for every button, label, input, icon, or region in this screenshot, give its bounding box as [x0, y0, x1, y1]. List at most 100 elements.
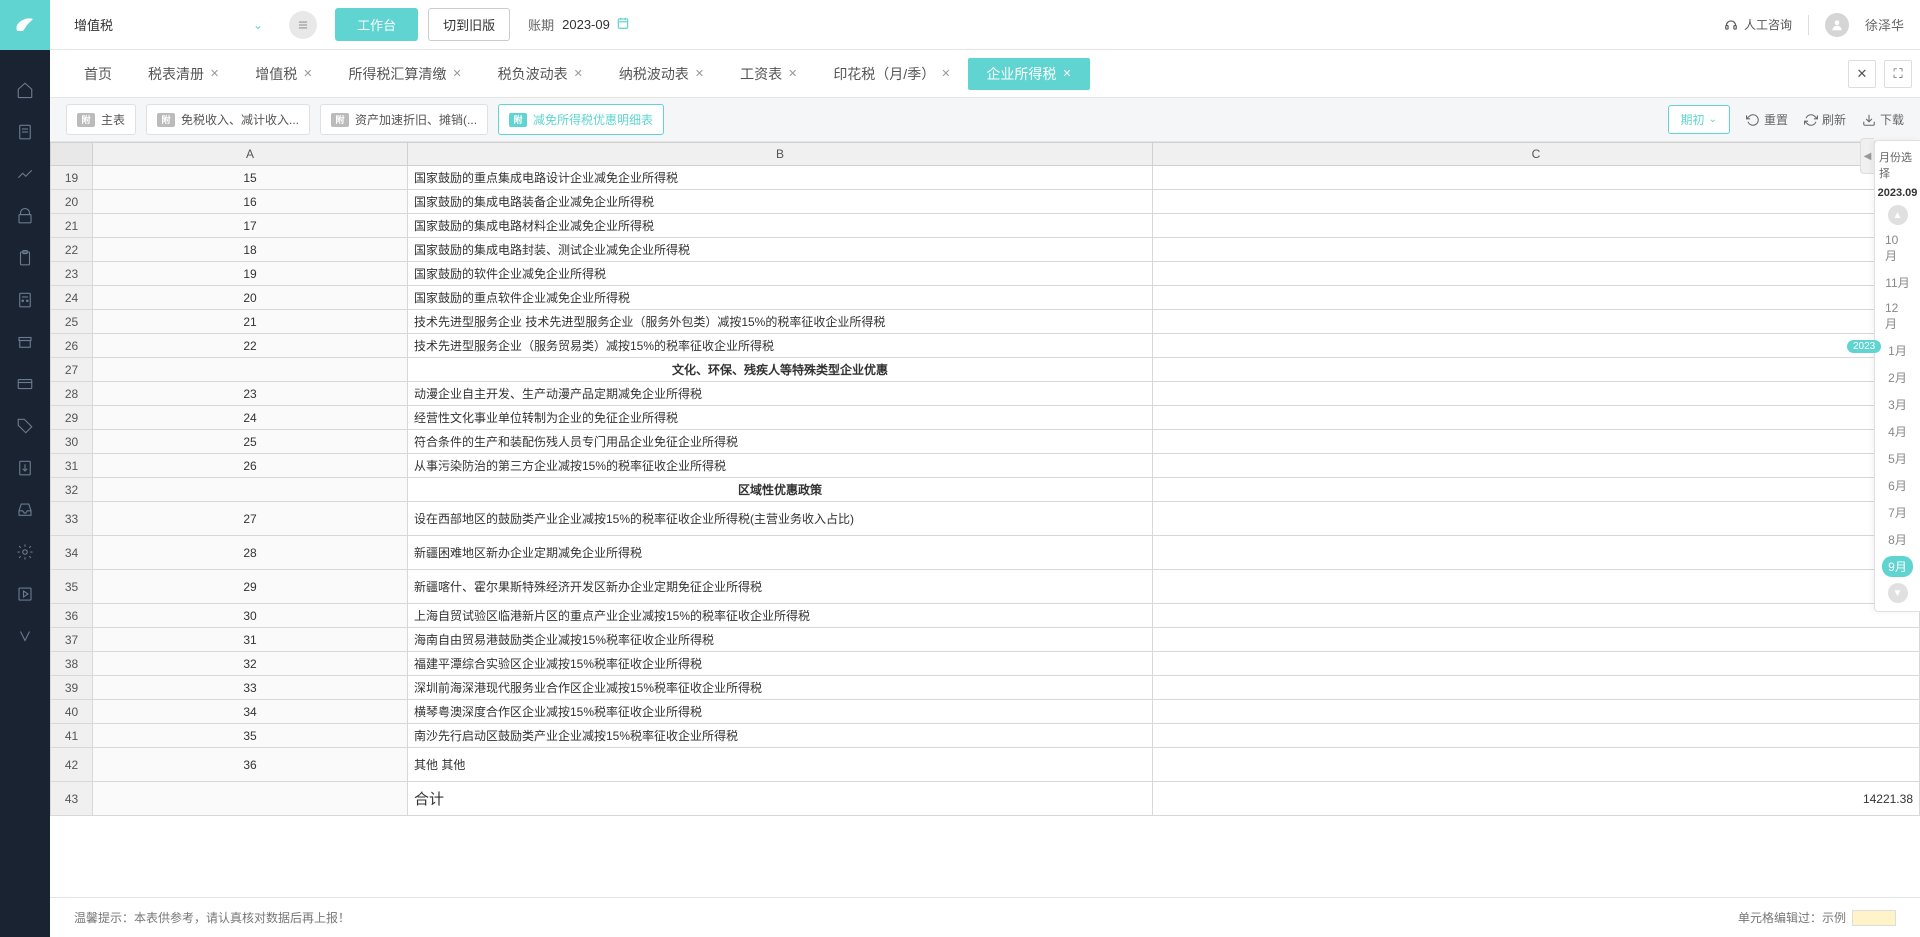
- service-link[interactable]: 人工咨询: [1724, 16, 1792, 33]
- cell[interactable]: 29: [93, 570, 408, 604]
- cell[interactable]: 19: [93, 262, 408, 286]
- cell[interactable]: 设在西部地区的鼓励类产业企业减按15%的税率征收企业所得税(主营业务收入占比): [408, 502, 1153, 536]
- cell[interactable]: 32: [93, 652, 408, 676]
- tab-item[interactable]: 纳税波动表✕: [601, 58, 722, 90]
- subtab-item[interactable]: 附减免所得税优惠明细表: [498, 104, 664, 135]
- close-icon[interactable]: ✕: [210, 67, 219, 80]
- column-header[interactable]: C: [1153, 143, 1920, 166]
- row-number[interactable]: 24: [51, 286, 93, 310]
- cell[interactable]: 福建平潭综合实验区企业减按15%税率征收企业所得税: [408, 652, 1153, 676]
- tab-item[interactable]: 增值税✕: [237, 58, 330, 90]
- month-item[interactable]: 8月: [1882, 529, 1913, 550]
- cell[interactable]: 16: [93, 190, 408, 214]
- row-number[interactable]: 30: [51, 430, 93, 454]
- nav-archive-icon[interactable]: [15, 332, 35, 352]
- cell[interactable]: 文化、环保、残疾人等特殊类型企业优惠: [408, 358, 1153, 382]
- month-item[interactable]: 1月: [1882, 340, 1913, 361]
- cell[interactable]: [1153, 676, 1920, 700]
- row-number[interactable]: 37: [51, 628, 93, 652]
- row-number[interactable]: 35: [51, 570, 93, 604]
- nav-doc-icon[interactable]: [15, 122, 35, 142]
- cell[interactable]: [1153, 166, 1920, 190]
- month-item[interactable]: 12月: [1879, 299, 1916, 334]
- cell[interactable]: 区域性优惠政策: [408, 478, 1153, 502]
- cell[interactable]: 21: [93, 310, 408, 334]
- nav-inbox-icon[interactable]: [15, 500, 35, 520]
- cell[interactable]: 28: [93, 536, 408, 570]
- nav-bag-icon[interactable]: [15, 206, 35, 226]
- cell[interactable]: [93, 478, 408, 502]
- nav-play-icon[interactable]: [15, 584, 35, 604]
- cell[interactable]: [1153, 652, 1920, 676]
- month-item[interactable]: 6月: [1882, 475, 1913, 496]
- row-number[interactable]: 20: [51, 190, 93, 214]
- tab-item[interactable]: 印花税（月/季）✕: [815, 58, 968, 90]
- nav-calc-icon[interactable]: [15, 290, 35, 310]
- row-number[interactable]: 34: [51, 536, 93, 570]
- tax-type-dropdown[interactable]: 增值税 ⌄: [66, 9, 271, 40]
- cell[interactable]: [1153, 382, 1920, 406]
- month-up-button[interactable]: ▲: [1888, 205, 1908, 225]
- subtab-item[interactable]: 附免税收入、减计收入...: [146, 104, 310, 135]
- row-number[interactable]: 40: [51, 700, 93, 724]
- cell[interactable]: 国家鼓励的重点软件企业减免企业所得税: [408, 286, 1153, 310]
- cell[interactable]: 20: [93, 286, 408, 310]
- cell[interactable]: [1153, 358, 1920, 382]
- cell[interactable]: 26: [93, 454, 408, 478]
- row-number[interactable]: 43: [51, 782, 93, 816]
- cell[interactable]: [1153, 570, 1920, 604]
- cell[interactable]: 技术先进型服务企业（服务贸易类）减按15%的税率征收企业所得税: [408, 334, 1153, 358]
- user-avatar[interactable]: [1825, 13, 1849, 37]
- cell[interactable]: 国家鼓励的集成电路材料企业减免企业所得税: [408, 214, 1153, 238]
- cell[interactable]: 上海自贸试验区临港新片区的重点产业企业减按15%的税率征收企业所得税: [408, 604, 1153, 628]
- row-number[interactable]: 42: [51, 748, 93, 782]
- switch-old-button[interactable]: 切到旧版: [428, 8, 510, 41]
- cell[interactable]: 横琴粤澳深度合作区企业减按15%税率征收企业所得税: [408, 700, 1153, 724]
- nav-v-icon[interactable]: [15, 626, 35, 646]
- cell[interactable]: 36: [93, 748, 408, 782]
- row-number[interactable]: 21: [51, 214, 93, 238]
- row-number[interactable]: 36: [51, 604, 93, 628]
- cell[interactable]: [1153, 262, 1920, 286]
- cell[interactable]: [1153, 190, 1920, 214]
- spreadsheet[interactable]: ABC1915国家鼓励的重点集成电路设计企业减免企业所得税2016国家鼓励的集成…: [50, 142, 1920, 897]
- close-icon[interactable]: ✕: [452, 67, 461, 80]
- month-item[interactable]: 4月: [1882, 421, 1913, 442]
- cell[interactable]: [1153, 724, 1920, 748]
- cell[interactable]: [1153, 214, 1920, 238]
- close-icon[interactable]: ✕: [303, 67, 312, 80]
- cell[interactable]: [93, 782, 408, 816]
- cell[interactable]: 14221.38: [1153, 782, 1920, 816]
- cell[interactable]: [1153, 238, 1920, 262]
- row-number[interactable]: 31: [51, 454, 93, 478]
- close-icon[interactable]: ✕: [941, 67, 950, 80]
- row-number[interactable]: 19: [51, 166, 93, 190]
- cell[interactable]: [1153, 334, 1920, 358]
- cell[interactable]: [1153, 604, 1920, 628]
- logo[interactable]: [0, 0, 50, 50]
- tab-item[interactable]: 首页: [66, 58, 130, 90]
- month-item[interactable]: 10月: [1879, 231, 1916, 266]
- cell[interactable]: [1153, 310, 1920, 334]
- cell[interactable]: 18: [93, 238, 408, 262]
- cell[interactable]: 34: [93, 700, 408, 724]
- month-item[interactable]: 7月: [1882, 502, 1913, 523]
- right-panel-collapse[interactable]: ◀: [1860, 138, 1874, 174]
- cell[interactable]: 27: [93, 502, 408, 536]
- close-icon[interactable]: ✕: [695, 67, 704, 80]
- cell[interactable]: 17: [93, 214, 408, 238]
- cell[interactable]: 南沙先行启动区鼓励类产业企业减按15%税率征收企业所得税: [408, 724, 1153, 748]
- cell[interactable]: [1153, 748, 1920, 782]
- download-button[interactable]: 下载: [1862, 111, 1904, 128]
- cell[interactable]: 15: [93, 166, 408, 190]
- cell[interactable]: 24: [93, 406, 408, 430]
- row-number[interactable]: 41: [51, 724, 93, 748]
- cell[interactable]: [1153, 536, 1920, 570]
- cell[interactable]: 符合条件的生产和装配伤残人员专门用品企业免征企业所得税: [408, 430, 1153, 454]
- cell[interactable]: 33: [93, 676, 408, 700]
- cell[interactable]: [1153, 430, 1920, 454]
- nav-tag-icon[interactable]: [15, 416, 35, 436]
- row-number[interactable]: 38: [51, 652, 93, 676]
- cell[interactable]: 技术先进型服务企业 技术先进型服务企业（服务外包类）减按15%的税率征收企业所得…: [408, 310, 1153, 334]
- reset-button[interactable]: 重置: [1746, 111, 1788, 128]
